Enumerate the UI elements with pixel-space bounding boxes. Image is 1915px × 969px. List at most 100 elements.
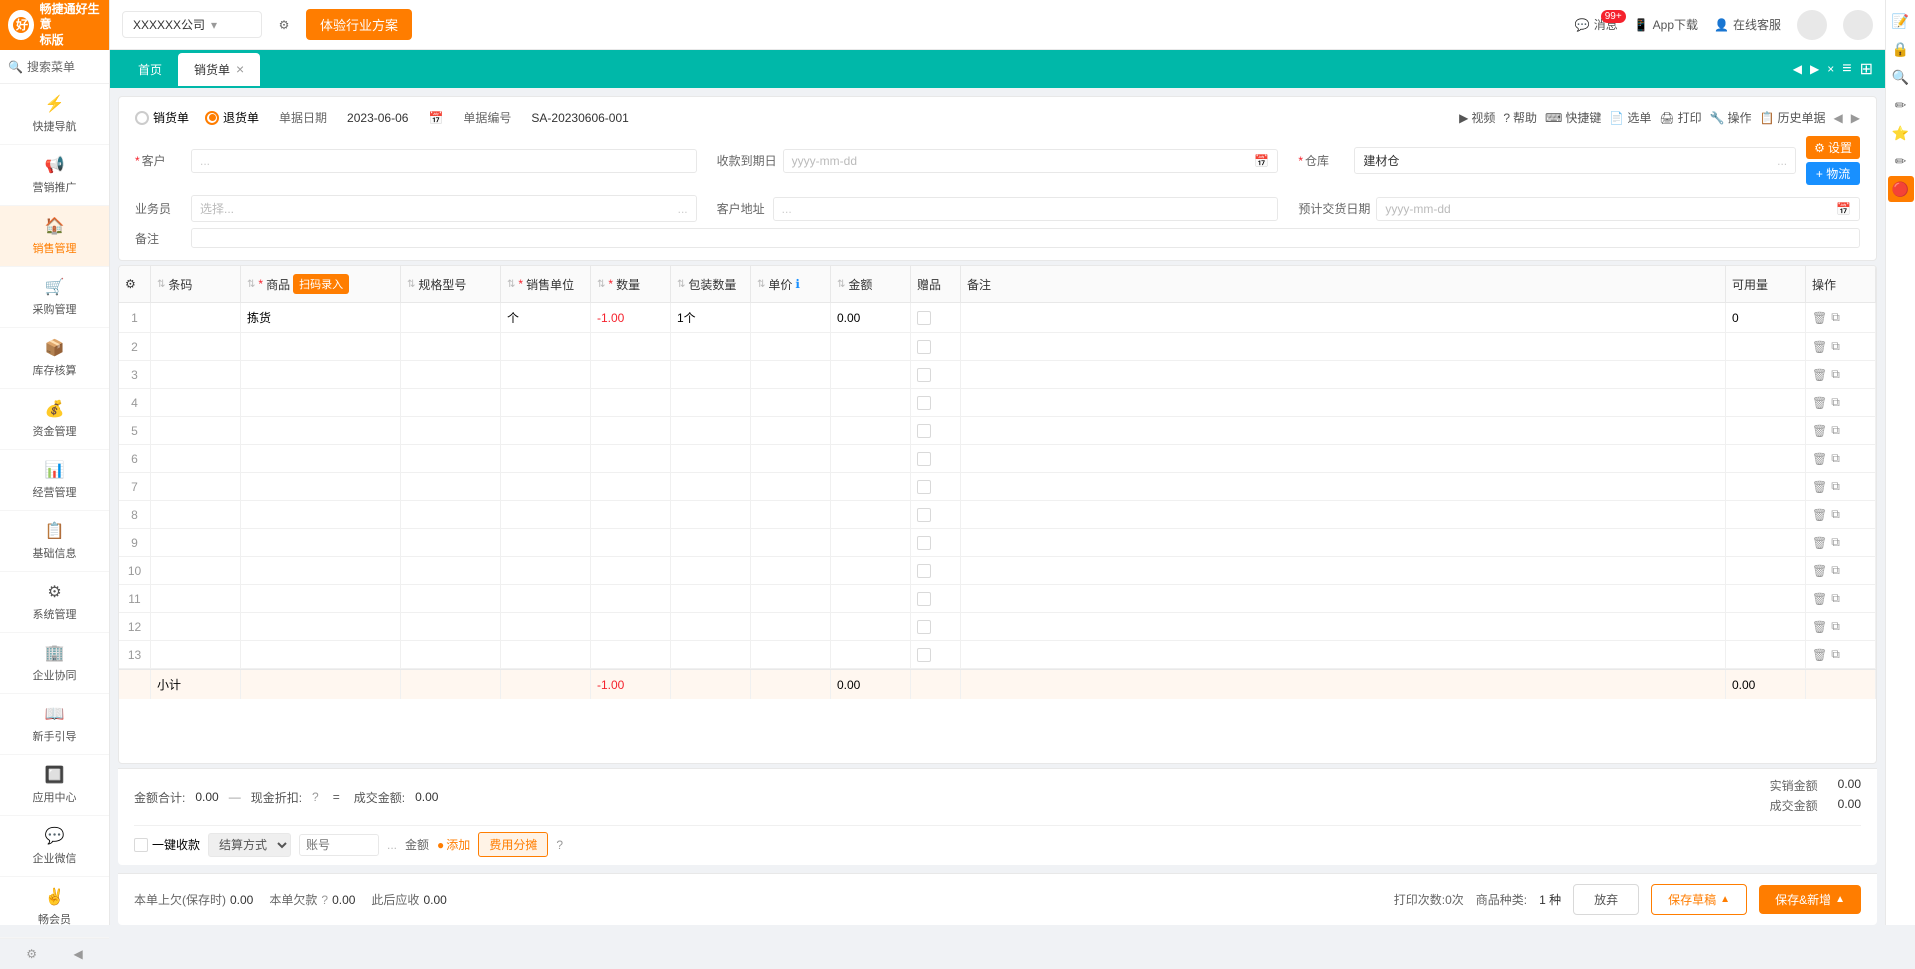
gift-checkbox-1[interactable] [917, 311, 931, 325]
sort-icon5[interactable]: ⇅ [597, 279, 605, 290]
td-unit-2[interactable] [501, 333, 591, 360]
sidebar-item-appstore[interactable]: 🔲 应用中心 [0, 755, 109, 816]
sort-icon7[interactable]: ⇅ [757, 279, 765, 290]
td-spec-2[interactable] [401, 333, 501, 360]
nav-next-icon[interactable]: ▶ [1851, 111, 1860, 125]
price-info-icon[interactable]: ℹ [795, 277, 800, 291]
td-spec-1[interactable] [401, 303, 501, 332]
gift-checkbox-2[interactable] [917, 340, 931, 354]
sidebar-item-vip[interactable]: ✌ 畅会员 [0, 877, 109, 938]
sort-icon2[interactable]: ⇅ [247, 279, 255, 290]
remarks-input[interactable] [191, 228, 1860, 248]
td-unit-1[interactable]: 个 [501, 303, 591, 332]
td-qty-2[interactable] [591, 333, 671, 360]
online-service-button[interactable]: 👤 在线客服 [1714, 16, 1781, 33]
history-btn[interactable]: 📋 历史单据 [1760, 109, 1826, 126]
td-amount-1[interactable]: 0.00 [831, 303, 911, 332]
sidebar-item-enterprise[interactable]: 🏢 企业协同 [0, 633, 109, 694]
panel-pen-icon[interactable]: ✏ [1888, 148, 1914, 174]
td-goods-2[interactable] [241, 333, 401, 360]
sort-icon3[interactable]: ⇅ [407, 279, 415, 290]
sidebar-item-sales[interactable]: 🏠 销售管理 [0, 206, 109, 267]
tab-close-icon[interactable]: × [236, 61, 244, 77]
fee-help-icon[interactable]: ? [556, 838, 563, 852]
save-new-button[interactable]: 保存&新增 ▲ [1759, 885, 1861, 914]
one-click-payment-checkbox[interactable]: 一键收款 [134, 836, 200, 853]
add-payment-button[interactable]: ● 添加 [437, 836, 470, 853]
trial-button[interactable]: 体验行业方案 [306, 9, 412, 40]
sidebar-item-wechat[interactable]: 💬 企业微信 [0, 816, 109, 877]
td-qty-1[interactable]: -1.00 [591, 303, 671, 332]
user-avatar2[interactable] [1843, 10, 1873, 40]
td-goods-1[interactable]: 拣货 [241, 303, 401, 332]
nav-prev-icon[interactable]: ◀ [1834, 111, 1843, 125]
expected-date-input[interactable]: yyyy-mm-dd 📅 [1376, 197, 1860, 221]
company-selector[interactable]: XXXXXX公司 ▾ [122, 11, 262, 38]
video-btn[interactable]: ▶ 视频 [1459, 109, 1495, 126]
sidebar-item-basic[interactable]: 📋 基础信息 [0, 511, 109, 572]
salesperson-input[interactable]: 选择... ... [191, 195, 697, 222]
view-toggle-list[interactable]: ≡ [1842, 60, 1851, 78]
sidebar-item-finance[interactable]: 💰 资金管理 [0, 389, 109, 450]
td-price-1[interactable] [751, 303, 831, 332]
gear-button[interactable]: ⚙ [270, 11, 298, 39]
sidebar-settings-icon[interactable]: ⚙ [26, 947, 37, 961]
app-download-button[interactable]: 📱 App下载 [1634, 16, 1698, 33]
sidebar-item-system[interactable]: ⚙ 系统管理 [0, 572, 109, 633]
print-btn[interactable]: 🖨 打印 [1659, 109, 1701, 126]
operate-btn[interactable]: 🔧 操作 [1710, 109, 1752, 126]
sidebar-item-inventory[interactable]: 📦 库存核算 [0, 328, 109, 389]
warehouse-input[interactable]: 建材仓 ... [1354, 147, 1796, 174]
notification-button[interactable]: 💬 消息 99+ [1575, 16, 1618, 33]
td-amount-2[interactable] [831, 333, 911, 360]
discard-button[interactable]: 放弃 [1573, 884, 1639, 915]
radio-sales-order[interactable]: 销货单 [135, 109, 189, 126]
window-close-icon[interactable]: × [1827, 62, 1834, 76]
window-minimize-icon[interactable]: ◀ [1793, 62, 1802, 76]
help-icon2[interactable]: ? [321, 893, 328, 907]
calendar-icon[interactable]: 📅 [428, 111, 443, 125]
td-barcode-1[interactable] [151, 303, 241, 332]
panel-note-icon[interactable]: 📝 [1888, 8, 1914, 34]
copy-icon-1[interactable]: ⧉ [1831, 310, 1840, 325]
sort-icon6[interactable]: ⇅ [677, 279, 685, 290]
panel-edit-icon[interactable]: ✏ [1888, 92, 1914, 118]
window-maximize-icon[interactable]: ▶ [1810, 62, 1819, 76]
logistics-button[interactable]: + 物流 [1806, 162, 1860, 185]
radio-return-order[interactable]: 退货单 [205, 109, 259, 126]
sort-icon[interactable]: ⇅ [157, 279, 165, 290]
delete-icon-2[interactable]: 🗑 [1812, 340, 1827, 354]
view-toggle-grid[interactable]: ⊞ [1860, 59, 1873, 79]
select-btn[interactable]: 📄 选单 [1609, 109, 1651, 126]
save-draft-button[interactable]: 保存草稿 ▲ [1651, 884, 1747, 915]
sidebar-item-guide[interactable]: 📖 新手引导 [0, 694, 109, 755]
scan-button[interactable]: 扫码录入 [293, 274, 349, 294]
user-avatar[interactable] [1797, 10, 1827, 40]
tab-sales-order[interactable]: 销货单 × [178, 53, 260, 86]
sort-icon4[interactable]: ⇅ [507, 279, 515, 290]
tab-home[interactable]: 首页 [122, 53, 178, 86]
sidebar-item-quick-nav[interactable]: ⚡ 快捷导航 [0, 84, 109, 145]
calc-method-select[interactable]: 结算方式 [208, 833, 291, 857]
settings-button[interactable]: ⚙ 设置 [1806, 136, 1860, 159]
td-gift-1[interactable] [911, 303, 961, 332]
td-gift-2[interactable] [911, 333, 961, 360]
td-barcode-2[interactable] [151, 333, 241, 360]
customer-addr-input[interactable]: ... [773, 197, 1279, 221]
panel-orange-icon[interactable]: 🔴 [1888, 176, 1914, 202]
td-remark-2[interactable] [961, 333, 1726, 360]
td-pkgqty-1[interactable]: 1个 [671, 303, 751, 332]
payment-checkbox-box[interactable] [134, 838, 148, 852]
search-menu[interactable]: 🔍 搜索菜单 [0, 50, 109, 84]
sort-icon8[interactable]: ⇅ [837, 279, 845, 290]
fee-split-button[interactable]: 费用分摊 [478, 832, 548, 857]
help-icon[interactable]: ? [312, 790, 319, 804]
sidebar-item-purchase[interactable]: 🛒 采购管理 [0, 267, 109, 328]
panel-star-icon[interactable]: ⭐ [1888, 120, 1914, 146]
copy-icon-2[interactable]: ⧉ [1831, 339, 1840, 354]
customer-input[interactable]: ... [191, 149, 697, 173]
th-settings[interactable]: ⚙ [119, 266, 151, 302]
due-date-input[interactable]: yyyy-mm-dd 📅 [783, 149, 1279, 173]
help-btn[interactable]: ? 帮助 [1503, 109, 1537, 126]
sidebar-collapse-icon[interactable]: ◀ [74, 947, 83, 961]
